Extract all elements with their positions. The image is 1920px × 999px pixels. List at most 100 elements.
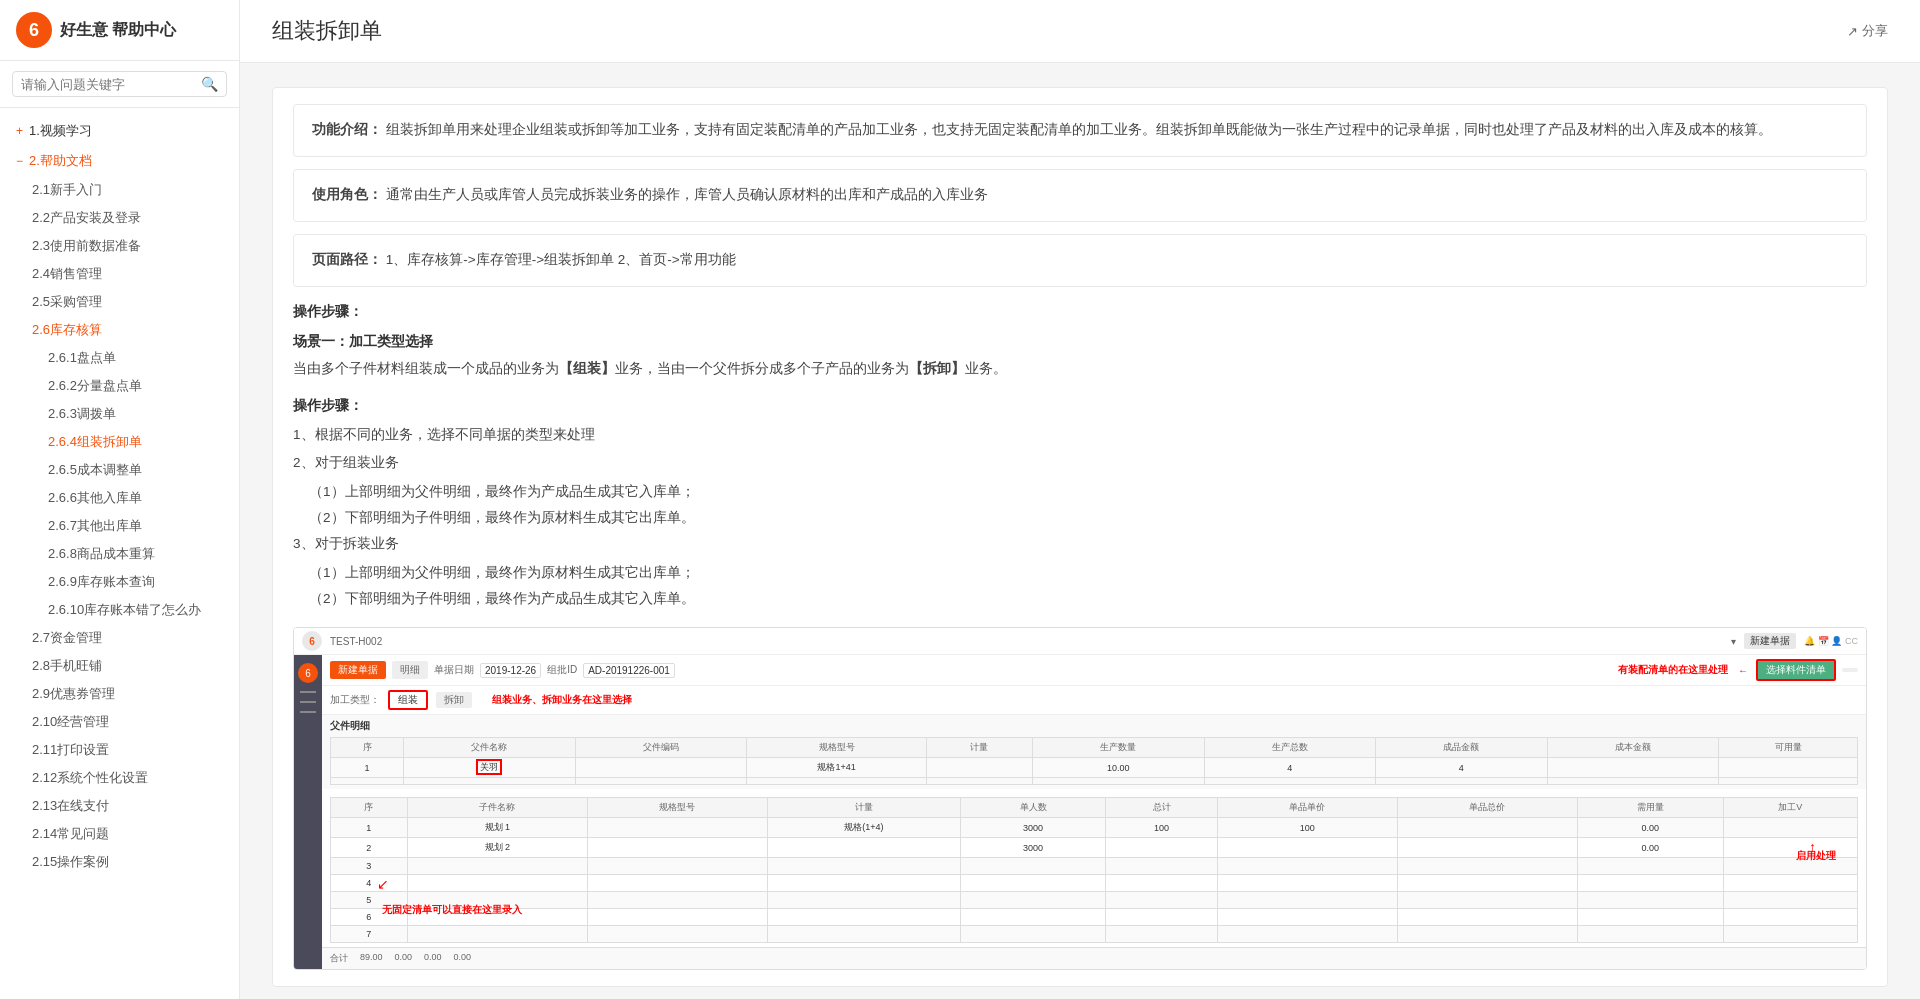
- search-wrap[interactable]: 🔍: [12, 71, 227, 97]
- sidebar-item-print[interactable]: 2.11打印设置: [32, 736, 239, 764]
- fake-type-row: 加工类型： 组装 拆卸 组装业务、拆卸业务在这里选择: [322, 686, 1866, 715]
- sidebar-item-assembly[interactable]: 2.6.4组装拆卸单: [48, 428, 239, 456]
- intro-text: 组装拆卸单用来处理企业组装或拆卸等加工业务，支持有固定装配清单的产品加工业务，也…: [386, 122, 1772, 137]
- sidebar-item-costadjust[interactable]: 2.6.5成本调整单: [48, 456, 239, 484]
- path-text: 1、库存核算->库存管理->组装拆卸单 2、首页->常用功能: [386, 252, 736, 267]
- sidebar-item-video[interactable]: + 1.视频学习: [0, 116, 239, 146]
- fake-action-btn[interactable]: [1842, 668, 1858, 672]
- sidebar-item-newuser[interactable]: 2.1新手入门: [32, 176, 239, 204]
- app-title: 好生意 帮助中心: [60, 20, 176, 41]
- fake-detail-btn[interactable]: 明细: [392, 661, 428, 679]
- sidebar-item-mobile[interactable]: 2.8手机旺铺: [32, 652, 239, 680]
- sidebar-item-otheroutbound[interactable]: 2.6.7其他出库单: [48, 512, 239, 540]
- sidebar-item-stockcount[interactable]: 2.6.1盘点单: [48, 344, 239, 372]
- sidebar-item-coupon[interactable]: 2.9优惠券管理: [32, 680, 239, 708]
- content-wrapper: 功能介绍： 组装拆卸单用来处理企业组装或拆卸等加工业务，支持有固定装配清单的产品…: [272, 87, 1888, 987]
- sidebar-item-faq[interactable]: 2.14常见问题: [32, 820, 239, 848]
- fake-order-label: 组批ID: [547, 663, 577, 677]
- search-input[interactable]: [21, 77, 201, 92]
- fake-date-label: 单据日期: [434, 663, 474, 677]
- fake-topbar: 6 TEST-H002 ▾ 新建单据 🔔 📅 👤 CC: [294, 628, 1866, 655]
- intro-block: 功能介绍： 组装拆卸单用来处理企业组装或拆卸等加工业务，支持有固定装配清单的产品…: [293, 104, 1867, 157]
- fake-type-select[interactable]: 组装: [388, 690, 428, 710]
- sidebar-item-purchase[interactable]: 2.5采购管理: [32, 288, 239, 316]
- main-header: 组装拆卸单 ↗ 分享: [240, 0, 1920, 63]
- annotation-top: 有装配清单的在这里处理: [1618, 663, 1728, 677]
- share-icon: ↗: [1847, 24, 1858, 39]
- sidebar-item-ledgererror[interactable]: 2.6.10库存账本错了怎么办: [48, 596, 239, 624]
- sidebar-item-partialcount[interactable]: 2.6.2分量盘点单: [48, 372, 239, 400]
- role-block: 使用角色： 通常由生产人员或库管人员完成拆装业务的操作，库管人员确认原材料的出库…: [293, 169, 1867, 222]
- screenshot-ui: 6 TEST-H002 ▾ 新建单据 🔔 📅 👤 CC 6: [294, 628, 1866, 969]
- sidebar-item-inventory[interactable]: 2.6库存核算: [32, 316, 239, 344]
- fake-totals: 合计 89.00 0.00 0.00 0.00: [322, 947, 1866, 969]
- fake-nav-newdoc: 新建单据: [1744, 633, 1796, 649]
- sidebar-item-cases[interactable]: 2.15操作案例: [32, 848, 239, 876]
- sidebar-item-finance[interactable]: 2.7资金管理: [32, 624, 239, 652]
- steps-label: 操作步骤：: [293, 397, 1867, 415]
- sidebar-item-dataprep[interactable]: 2.3使用前数据准备: [32, 232, 239, 260]
- sidebar-item-docs[interactable]: − 2.帮助文档: [0, 146, 239, 176]
- search-icon[interactable]: 🔍: [201, 76, 218, 92]
- sidebar-item-sales[interactable]: 2.4销售管理: [32, 260, 239, 288]
- collapse-icon: −: [16, 154, 23, 168]
- main-content: 组装拆卸单 ↗ 分享 功能介绍： 组装拆卸单用来处理企业组装或拆卸等加工业务，支…: [240, 0, 1920, 999]
- step1: 1、根据不同的业务，选择不同单据的类型来处理: [293, 423, 1867, 447]
- step2-sub1: （1）上部明细为父件明细，最终作为产成品生成其它入库单；: [293, 480, 1867, 504]
- fake-total-val2: 0.00: [395, 952, 413, 965]
- step3: 3、对于拆装业务: [293, 532, 1867, 556]
- sidebar-item-business[interactable]: 2.10经营管理: [32, 708, 239, 736]
- sidebar-item-costrecalc[interactable]: 2.6.8商品成本重算: [48, 540, 239, 568]
- sidebar-item-otherinbound[interactable]: 2.6.6其他入库单: [48, 484, 239, 512]
- step3-sub1: （1）上部明细为父件明细，最终作为原材料生成其它出库单；: [293, 561, 1867, 585]
- role-text: 通常由生产人员或库管人员完成拆装业务的操作，库管人员确认原材料的出库和产成品的入…: [386, 187, 988, 202]
- step2: 2、对于组装业务: [293, 451, 1867, 475]
- step3-sub2: （2）下部明细为子件明细，最终作为产成品生成其它入库单。: [293, 587, 1867, 611]
- page-title: 组装拆卸单: [272, 16, 382, 46]
- intro-label: 功能介绍：: [312, 122, 382, 137]
- fake-total-val3: 0.00: [424, 952, 442, 965]
- fake-select-btn[interactable]: 选择料件清单: [1756, 659, 1836, 681]
- role-label: 使用角色：: [312, 187, 382, 202]
- fake-type-option2[interactable]: 拆卸: [436, 692, 472, 708]
- fake-body: 6 新建单据 明细 单据日期 2019-1: [294, 655, 1866, 969]
- sidebar-sub-docs: 2.1新手入门 2.2产品安装及登录 2.3使用前数据准备 2.4销售管理 2.…: [0, 176, 239, 876]
- fake-parent-table: 序父件名称父件编码规格型号计量生产数量生产总数成品金额成本金额可用量 1 关羽 …: [330, 737, 1858, 785]
- fake-company: TEST-H002: [330, 636, 382, 647]
- sidebar-item-ledger[interactable]: 2.6.9库存账本查询: [48, 568, 239, 596]
- fake-date-value: 2019-12-26: [480, 663, 541, 678]
- nav-tree: + 1.视频学习 − 2.帮助文档 2.1新手入门 2.2产品安装及登录 2.3…: [0, 108, 239, 999]
- logo-icon: 6: [16, 12, 52, 48]
- fake-type-label: 加工类型：: [330, 693, 380, 707]
- fake-total1: 合计: [330, 952, 348, 965]
- fake-child-section: 序子件名称规格型号计量单人数总计单品单价单品总价需用量加工V 1规划 1规格(1…: [322, 789, 1866, 947]
- sidebar-item-payment[interactable]: 2.13在线支付: [32, 792, 239, 820]
- scenario1-desc: 当由多个子件材料组装成一个成品的业务为【组装】业务，当由一个父件拆分成多个子产品…: [293, 357, 1867, 381]
- scenario1-title: 场景一：加工类型选择: [293, 333, 1867, 351]
- fake-new-btn[interactable]: 新建单据: [330, 661, 386, 679]
- sidebar-item-personalize[interactable]: 2.12系统个性化设置: [32, 764, 239, 792]
- path-block: 页面路径： 1、库存核算->库存管理->组装拆卸单 2、首页->常用功能: [293, 234, 1867, 287]
- share-label: 分享: [1862, 22, 1888, 40]
- annotation-type: 组装业务、拆卸业务在这里选择: [492, 693, 632, 707]
- fake-parent-title: 父件明细: [330, 719, 1858, 733]
- fake-main: 新建单据 明细 单据日期 2019-12-26 组批ID AD-20191226…: [322, 655, 1866, 969]
- sidebar-item-label: 1.视频学习: [29, 122, 92, 140]
- sidebar: 6 好生意 帮助中心 🔍 + 1.视频学习 − 2.帮助文档 2.1新手入门 2…: [0, 0, 240, 999]
- operation-steps-title: 操作步骤：: [293, 303, 1867, 321]
- fake-toolbar: 新建单据 明细 单据日期 2019-12-26 组批ID AD-20191226…: [322, 655, 1866, 686]
- step2-sub2: （2）下部明细为子件明细，最终作为原材料生成其它出库单。: [293, 506, 1867, 530]
- sidebar-item-transfer[interactable]: 2.6.3调拨单: [48, 400, 239, 428]
- search-box: 🔍: [0, 61, 239, 108]
- fake-parent-section: 父件明细 序父件名称父件编码规格型号计量生产数量生产总数成品金额成本金额可用量: [322, 715, 1866, 789]
- fake-child-table: 序子件名称规格型号计量单人数总计单品单价单品总价需用量加工V 1规划 1规格(1…: [330, 797, 1858, 943]
- fake-left-nav: 6: [294, 655, 322, 969]
- share-button[interactable]: ↗ 分享: [1847, 22, 1888, 40]
- fake-order-value: AD-20191226-001: [583, 663, 675, 678]
- sidebar-item-install[interactable]: 2.2产品安装及登录: [32, 204, 239, 232]
- path-label: 页面路径：: [312, 252, 382, 267]
- screenshot-container: 6 TEST-H002 ▾ 新建单据 🔔 📅 👤 CC 6: [293, 627, 1867, 970]
- fake-total-val1: 89.00: [360, 952, 383, 965]
- fake-total-val4: 0.00: [454, 952, 472, 965]
- sidebar-header: 6 好生意 帮助中心: [0, 0, 239, 61]
